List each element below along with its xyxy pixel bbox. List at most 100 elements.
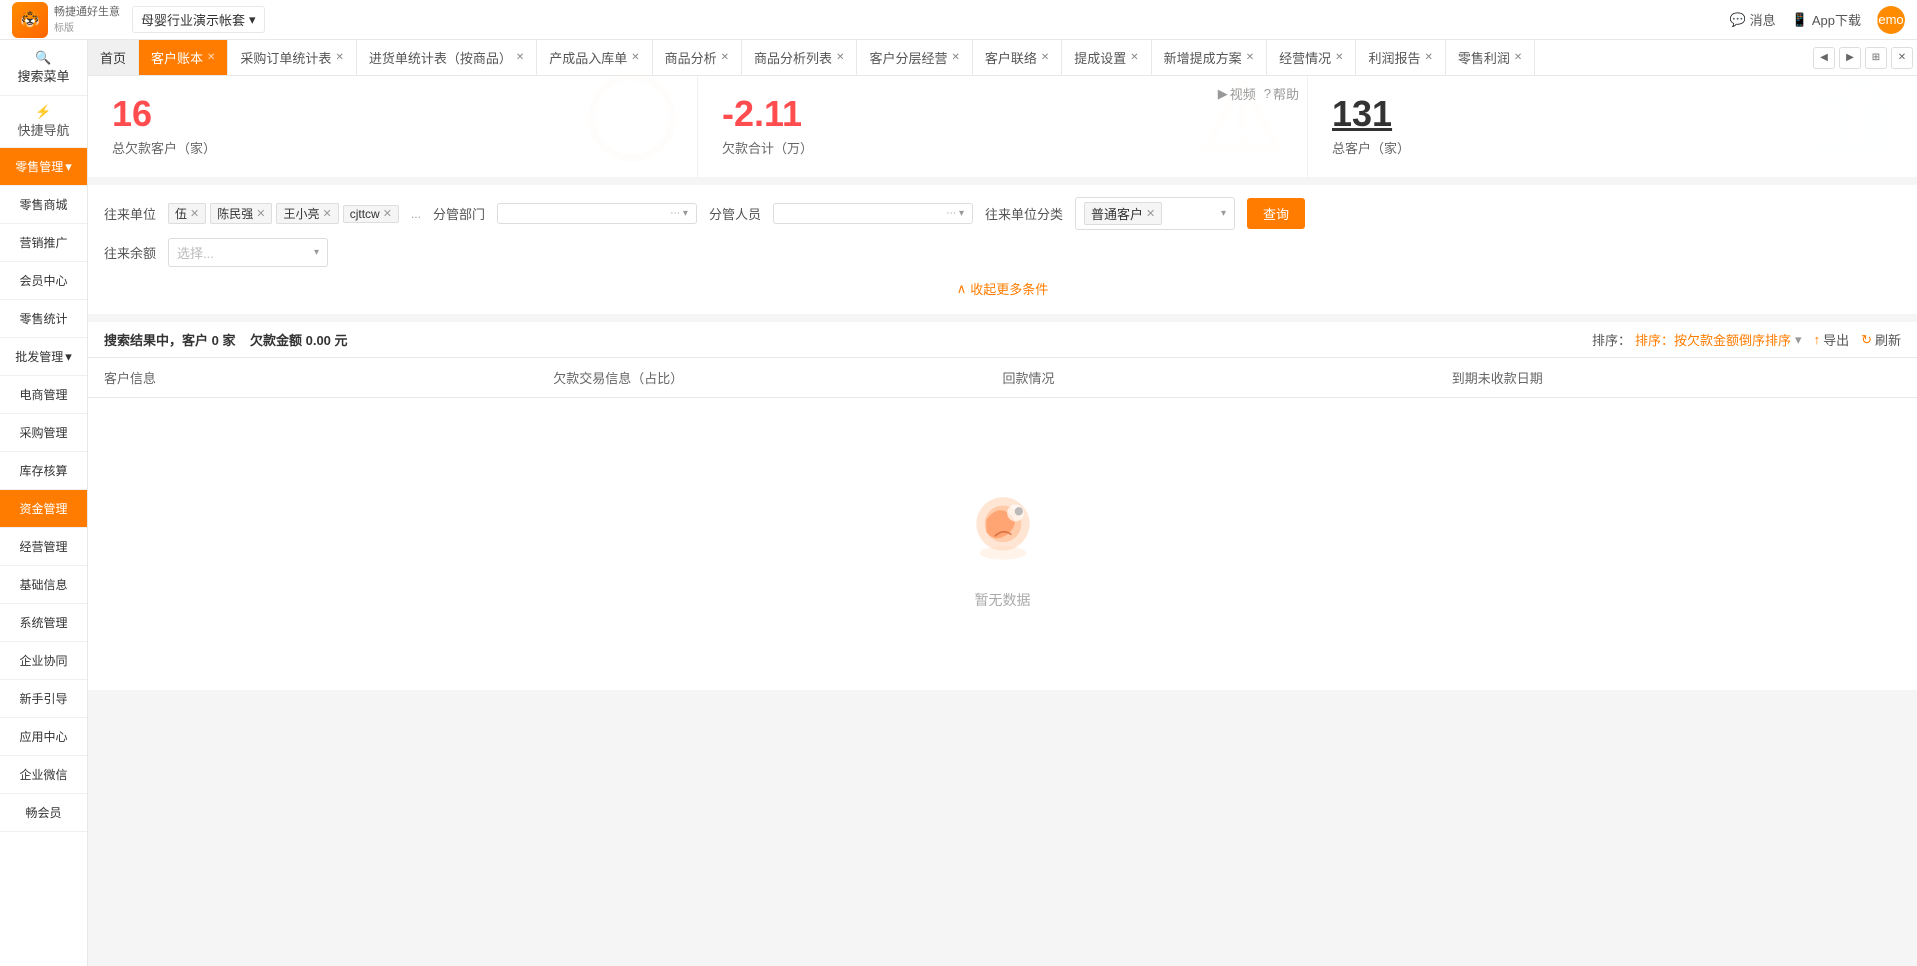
stat-card-debt: ▶ 视频 ? 帮助 -2.11 欠款合计（万） (698, 76, 1308, 177)
tab-8[interactable]: 客户联络✕ (973, 40, 1062, 75)
sidebar-item-11[interactable]: 基础信息 (0, 566, 87, 604)
sidebar-item-6[interactable]: 电商管理 (0, 376, 87, 414)
main-layout: 🔍 搜索菜单 ⚡ 快捷导航 零售管理▾零售商城营销推广会员中心零售统计批发管理▾… (0, 40, 1917, 966)
sidebar-item-9[interactable]: 资金管理 (0, 490, 87, 528)
tabs-expand-button[interactable]: ⊞ (1865, 47, 1887, 69)
video-help-button[interactable]: ▶ 视频 (1218, 84, 1256, 103)
sidebar-item-16[interactable]: 企业微信 (0, 756, 87, 794)
results-debt-prefix: 欠款金额 (250, 333, 302, 348)
app-download-button[interactable]: 📱 App下载 (1792, 10, 1861, 29)
tab-1[interactable]: 客户账本✕ (139, 40, 228, 75)
tab-close-7[interactable]: ✕ (951, 52, 959, 63)
sort-select[interactable]: 排序： 排序：按欠款金额倒序排序 ▾ (1592, 330, 1802, 349)
person-arrow-icon: ⋯ ▾ (946, 208, 964, 219)
filter-tag-remove-1[interactable]: ✕ (256, 207, 265, 220)
stat-card-total: 131 总客户（家） (1308, 76, 1917, 177)
message-button[interactable]: 💬 消息 (1729, 10, 1775, 29)
filter-collapse-button[interactable]: ∧ 收起更多条件 (104, 275, 1901, 302)
tab-10[interactable]: 新增提成方案✕ (1152, 40, 1267, 75)
tab-close-10[interactable]: ✕ (1246, 52, 1254, 63)
sidebar-item-12[interactable]: 系统管理 (0, 604, 87, 642)
table-col-1: 欠款交易信息（占比） (553, 368, 1002, 387)
balance-select[interactable]: 选择... ▾ (168, 238, 328, 267)
tab-label-4: 产成品入库单 (549, 48, 627, 67)
tabs-prev-button[interactable]: ◀ (1813, 47, 1835, 69)
tab-0[interactable]: 首页 (88, 40, 139, 75)
sidebar-item-14[interactable]: 新手引导 (0, 680, 87, 718)
unit-class-tag-remove[interactable]: ✕ (1146, 207, 1155, 220)
tab-3[interactable]: 进货单统计表（按商品）✕ (357, 40, 537, 75)
results-prefix: 搜索结果中，客户 (104, 333, 208, 348)
export-button[interactable]: ↑ 导出 (1814, 330, 1850, 349)
stat-label-debt: 欠款合计（万） (722, 138, 813, 157)
stat-bg-icon-3 (1807, 76, 1897, 177)
tab-2[interactable]: 采购订单统计表 ✕ (228, 40, 356, 75)
refresh-label: 刷新 (1875, 330, 1901, 349)
sidebar-item-15[interactable]: 应用中心 (0, 718, 87, 756)
help-button[interactable]: ? 帮助 (1264, 84, 1299, 103)
tabs-close-all-button[interactable]: ✕ (1891, 47, 1913, 69)
sidebar-item-3[interactable]: 会员中心 (0, 262, 87, 300)
tab-close-8[interactable]: ✕ (1041, 52, 1049, 63)
tab-13[interactable]: 零售利润✕ (1446, 40, 1535, 75)
collapse-label: 收起更多条件 (970, 279, 1048, 298)
tab-11[interactable]: 经营情况✕ (1267, 40, 1356, 75)
filter-tag-remove-2[interactable]: ✕ (323, 207, 332, 220)
page-content: ¥ 16 总欠款客户（家） (88, 76, 1917, 966)
sidebar-item-2[interactable]: 营销推广 (0, 224, 87, 262)
search-menu-button[interactable]: 🔍 搜索菜单 (0, 40, 87, 96)
avatar[interactable]: demo2 (1877, 6, 1905, 34)
person-select[interactable]: ⋯ ▾ (773, 203, 973, 224)
sidebar-item-4[interactable]: 零售统计 (0, 300, 87, 338)
tab-close-12[interactable]: ✕ (1425, 52, 1433, 63)
filter-tag-2: 王小亮 ✕ (276, 203, 338, 224)
tab-6[interactable]: 商品分析列表✕ (742, 40, 857, 75)
tab-label-0: 首页 (100, 48, 126, 67)
unit-class-select[interactable]: 普通客户 ✕ ▾ (1075, 197, 1235, 230)
sidebar-item-1[interactable]: 零售商城 (0, 186, 87, 224)
tab-close-11[interactable]: ✕ (1335, 52, 1343, 63)
filter-tag-remove-3[interactable]: ✕ (383, 207, 392, 220)
tab-close-1[interactable]: ✕ (207, 52, 215, 63)
env-selector[interactable]: 母婴行业演示帐套 ▾ (132, 6, 265, 33)
balance-arrow-icon: ▾ (314, 247, 319, 258)
query-button[interactable]: 查询 (1247, 198, 1305, 229)
tab-9[interactable]: 提成设置✕ (1062, 40, 1151, 75)
tab-close-6[interactable]: ✕ (836, 52, 844, 63)
filter-tag-remove-0[interactable]: ✕ (190, 207, 199, 220)
tab-7[interactable]: 客户分层经营 ✕ (857, 40, 972, 75)
tabs-nav: ◀ ▶ ⊞ ✕ (1809, 47, 1917, 69)
refresh-button[interactable]: ↻ 刷新 (1861, 330, 1901, 349)
tab-close-9[interactable]: ✕ (1130, 52, 1138, 63)
results-debt-value: 0.00 (306, 333, 331, 348)
tab-4[interactable]: 产成品入库单 ✕ (537, 40, 652, 75)
empty-state: 暂无数据 (88, 398, 1917, 690)
quick-nav-button[interactable]: ⚡ 快捷导航 (0, 96, 87, 148)
sidebar-item-13[interactable]: 企业协同 (0, 642, 87, 680)
tab-close-13[interactable]: ✕ (1514, 52, 1522, 63)
filter-tag-0: 伍 ✕ (168, 203, 206, 224)
tab-label-2: 采购订单统计表 (240, 48, 331, 67)
sidebar-item-17[interactable]: 畅会员 (0, 794, 87, 832)
filter-more-button[interactable]: ... (411, 207, 421, 221)
tabs-next-button[interactable]: ▶ (1839, 47, 1861, 69)
sidebar-item-8[interactable]: 库存核算 (0, 452, 87, 490)
tab-5[interactable]: 商品分析✕ (653, 40, 742, 75)
tab-close-4[interactable]: ✕ (631, 52, 639, 63)
tab-close-5[interactable]: ✕ (721, 52, 729, 63)
video-icon: ▶ (1218, 86, 1228, 102)
sidebar-item-5[interactable]: 批发管理▾ (0, 338, 87, 376)
logo-icon: 🐯 (12, 2, 48, 38)
sidebar-item-0[interactable]: 零售管理▾ (0, 148, 87, 186)
tab-label-7: 客户分层经营 (869, 48, 947, 67)
tabs-container: 首页客户账本✕采购订单统计表✕进货单统计表（按商品）✕产成品入库单✕商品分析✕商… (88, 40, 1809, 75)
sidebar-item-10[interactable]: 经营管理 (0, 528, 87, 566)
tab-close-3[interactable]: ✕ (516, 52, 524, 63)
tab-12[interactable]: 利润报告✕ (1356, 40, 1445, 75)
dept-select[interactable]: ⋯ ▾ (497, 203, 697, 224)
tab-close-2[interactable]: ✕ (335, 52, 343, 63)
sidebar: 🔍 搜索菜单 ⚡ 快捷导航 零售管理▾零售商城营销推广会员中心零售统计批发管理▾… (0, 40, 88, 966)
export-label: 导出 (1823, 330, 1849, 349)
sidebar-item-7[interactable]: 采购管理 (0, 414, 87, 452)
app-icon: 📱 (1792, 12, 1808, 28)
